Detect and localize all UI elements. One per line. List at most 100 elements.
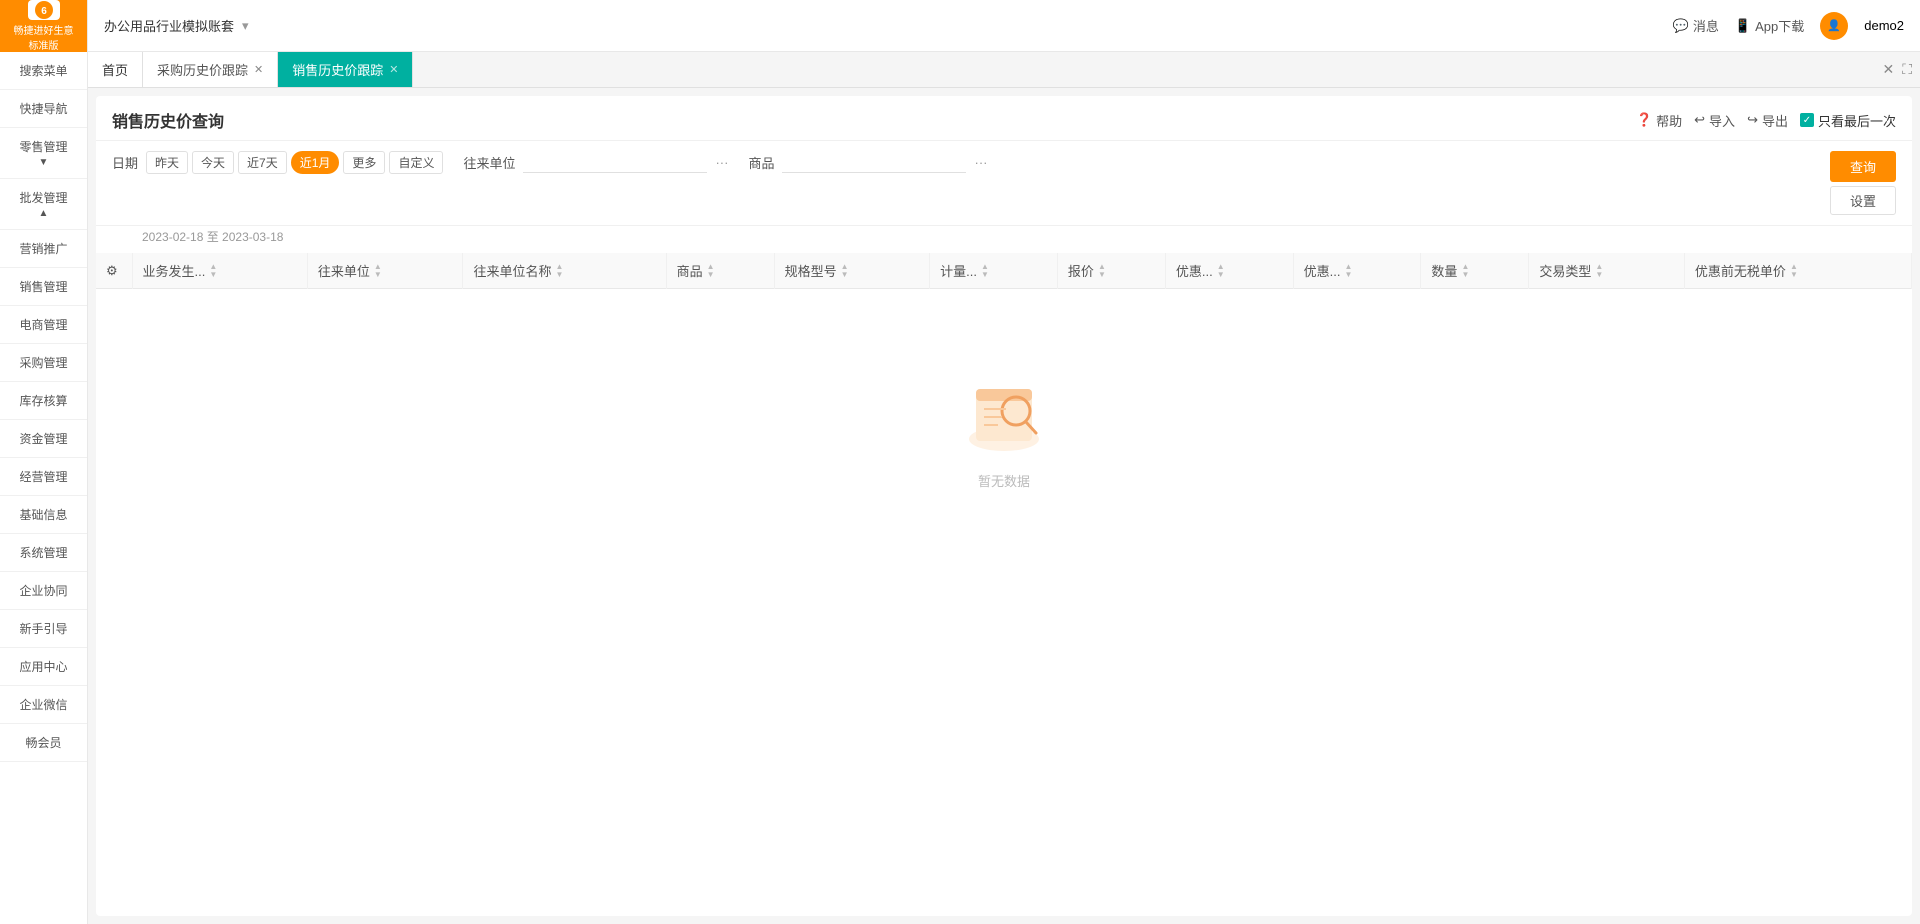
page-header: 销售历史价查询 ❓ 帮助 ↩ 导入 ↪ 导出 ✓ <box>96 96 1912 141</box>
sidebar-item-label: 库存核算 <box>19 392 67 409</box>
sidebar-item-label: 畅会员 <box>25 734 61 751</box>
fullscreen-button[interactable]: ⛶ <box>1902 61 1912 78</box>
partner-dots[interactable]: ··· <box>715 155 728 170</box>
gear-icon: ⚙ <box>106 263 118 278</box>
sidebar-item-weixin[interactable]: 企业微信 <box>0 686 87 724</box>
settings-button[interactable]: 设置 <box>1830 186 1896 215</box>
partner-label: 往来单位 <box>463 153 515 172</box>
tab-home[interactable]: 首页 <box>88 52 143 87</box>
dropdown-icon[interactable]: ▾ <box>242 18 249 34</box>
main-content: 办公用品行业模拟账套 ▾ 💬 消息 📱 App下载 👤 demo2 首页 采购历… <box>88 0 1920 924</box>
sidebar-item-shortcut[interactable]: 快捷导航 <box>0 90 87 128</box>
sidebar-item-purchase[interactable]: 采购管理 <box>0 344 87 382</box>
goods-dots[interactable]: ··· <box>974 155 987 170</box>
sidebar-item-sales[interactable]: 销售管理 <box>0 268 87 306</box>
col-gear[interactable]: ⚙ <box>96 253 132 289</box>
date-label: 日期 <box>112 153 138 172</box>
date-options: 昨天 今天 近7天 近1月 更多 自定义 <box>146 151 443 174</box>
col-goods[interactable]: 商品 ▲▼ <box>666 253 774 289</box>
tab-sales-history[interactable]: 销售历史价跟踪 ✕ <box>278 52 413 87</box>
tab-home-label: 首页 <box>102 60 128 79</box>
sidebar-item-label: 系统管理 <box>19 544 67 561</box>
date-last7[interactable]: 近7天 <box>238 151 287 174</box>
only-last-checkbox[interactable]: ✓ <box>1800 113 1814 127</box>
sort-arrows-partner-code: ▲▼ <box>374 263 382 279</box>
table-container: ⚙ 业务发生... ▲▼ 往来单位 <box>96 253 1912 570</box>
tab-bar: 首页 采购历史价跟踪 ✕ 销售历史价跟踪 ✕ ✕ ⛶ <box>88 52 1920 88</box>
sidebar-item-member[interactable]: 畅会员 <box>0 724 87 762</box>
col-discount2[interactable]: 优惠... ▲▼ <box>1293 253 1421 289</box>
col-spec[interactable]: 规格型号 ▲▼ <box>774 253 930 289</box>
sidebar-item-operations[interactable]: 经营管理 <box>0 458 87 496</box>
col-discount1[interactable]: 优惠... ▲▼ <box>1165 253 1293 289</box>
col-qty[interactable]: 数量 ▲▼ <box>1421 253 1529 289</box>
page-inner: 销售历史价查询 ❓ 帮助 ↩ 导入 ↪ 导出 ✓ <box>96 96 1912 916</box>
chevron-up-icon: ▲ <box>39 208 49 219</box>
export-label: 导出 <box>1762 111 1788 130</box>
sidebar-item-retail[interactable]: 零售管理 ▼ <box>0 128 87 179</box>
logo-sub: 标准版 <box>29 37 59 52</box>
header: 办公用品行业模拟账套 ▾ 💬 消息 📱 App下载 👤 demo2 <box>88 0 1920 52</box>
empty-text: 暂无数据 <box>978 471 1030 490</box>
import-button[interactable]: ↩ 导入 <box>1694 111 1735 130</box>
chevron-down-icon: ▼ <box>39 157 49 168</box>
col-biz-date[interactable]: 业务发生... ▲▼ <box>132 253 307 289</box>
app-label: App下载 <box>1755 16 1804 35</box>
sidebar-item-newbie[interactable]: 新手引导 <box>0 610 87 648</box>
sidebar-item-label: 营销推广 <box>19 240 67 257</box>
sidebar-item-wholesale[interactable]: 批发管理 ▲ <box>0 179 87 230</box>
date-custom[interactable]: 自定义 <box>389 151 443 174</box>
page-actions: ❓ 帮助 ↩ 导入 ↪ 导出 ✓ 只看最后一次 <box>1636 111 1896 130</box>
col-unit[interactable]: 计量... ▲▼ <box>930 253 1058 289</box>
date-today[interactable]: 今天 <box>192 151 234 174</box>
user-avatar[interactable]: 👤 <box>1820 12 1848 40</box>
sort-arrows-biz-date: ▲▼ <box>209 263 217 279</box>
date-last1m[interactable]: 近1月 <box>291 151 340 174</box>
sidebar-item-label: 零售管理 <box>19 138 67 155</box>
sidebar: 6 畅捷进好生意 标准版 搜索菜单 快捷导航 零售管理 ▼ 批发管理 ▲ 营销推… <box>0 0 88 924</box>
sidebar-item-marketing[interactable]: 营销推广 <box>0 230 87 268</box>
col-partner-code[interactable]: 往来单位 ▲▼ <box>307 253 463 289</box>
sidebar-item-ecommerce[interactable]: 电商管理 <box>0 306 87 344</box>
tab-sales-close[interactable]: ✕ <box>389 63 398 76</box>
empty-illustration <box>954 369 1054 459</box>
sidebar-item-system[interactable]: 系统管理 <box>0 534 87 572</box>
date-more[interactable]: 更多 <box>343 151 385 174</box>
sidebar-item-search[interactable]: 搜索菜单 <box>0 52 87 90</box>
query-button[interactable]: 查询 <box>1830 151 1896 182</box>
sort-arrows-spec: ▲▼ <box>841 263 849 279</box>
date-filter-group: 日期 昨天 今天 近7天 近1月 更多 自定义 <box>112 151 443 174</box>
page-title: 销售历史价查询 <box>112 108 224 132</box>
goods-input[interactable] <box>782 153 966 173</box>
col-trade-type[interactable]: 交易类型 ▲▼ <box>1529 253 1685 289</box>
app-download-action[interactable]: 📱 App下载 <box>1735 16 1804 35</box>
sidebar-item-inventory[interactable]: 库存核算 <box>0 382 87 420</box>
sidebar-item-enterprise[interactable]: 企业协同 <box>0 572 87 610</box>
help-button[interactable]: ❓ 帮助 <box>1636 111 1682 130</box>
help-label: 帮助 <box>1656 111 1682 130</box>
logo[interactable]: 6 畅捷进好生意 标准版 <box>0 0 87 52</box>
tab-purchase-label: 采购历史价跟踪 <box>157 60 248 79</box>
col-no-tax-price[interactable]: 优惠前无税单价 ▲▼ <box>1684 253 1911 289</box>
close-all-tabs-button[interactable]: ✕ <box>1882 61 1894 78</box>
sidebar-item-label: 资金管理 <box>19 430 67 447</box>
col-price[interactable]: 报价 ▲▼ <box>1057 253 1165 289</box>
sidebar-item-label: 企业微信 <box>19 696 67 713</box>
help-icon: ❓ <box>1636 112 1652 128</box>
export-button[interactable]: ↪ 导出 <box>1747 111 1788 130</box>
sidebar-item-finance[interactable]: 资金管理 <box>0 420 87 458</box>
message-action[interactable]: 💬 消息 <box>1673 16 1719 35</box>
sort-arrows-no-tax-price: ▲▼ <box>1790 263 1798 279</box>
sidebar-item-basic[interactable]: 基础信息 <box>0 496 87 534</box>
tab-sales-label: 销售历史价跟踪 <box>292 60 383 79</box>
header-right: 💬 消息 📱 App下载 👤 demo2 <box>1673 12 1904 40</box>
sort-arrows-discount2: ▲▼ <box>1344 263 1352 279</box>
partner-input[interactable] <box>523 153 707 173</box>
username[interactable]: demo2 <box>1864 18 1904 33</box>
tab-purchase-history[interactable]: 采购历史价跟踪 ✕ <box>143 52 278 87</box>
sidebar-item-label: 新手引导 <box>19 620 67 637</box>
tab-purchase-close[interactable]: ✕ <box>254 63 263 76</box>
col-partner-name[interactable]: 往来单位名称 ▲▼ <box>463 253 666 289</box>
date-yesterday[interactable]: 昨天 <box>146 151 188 174</box>
sidebar-item-app-center[interactable]: 应用中心 <box>0 648 87 686</box>
